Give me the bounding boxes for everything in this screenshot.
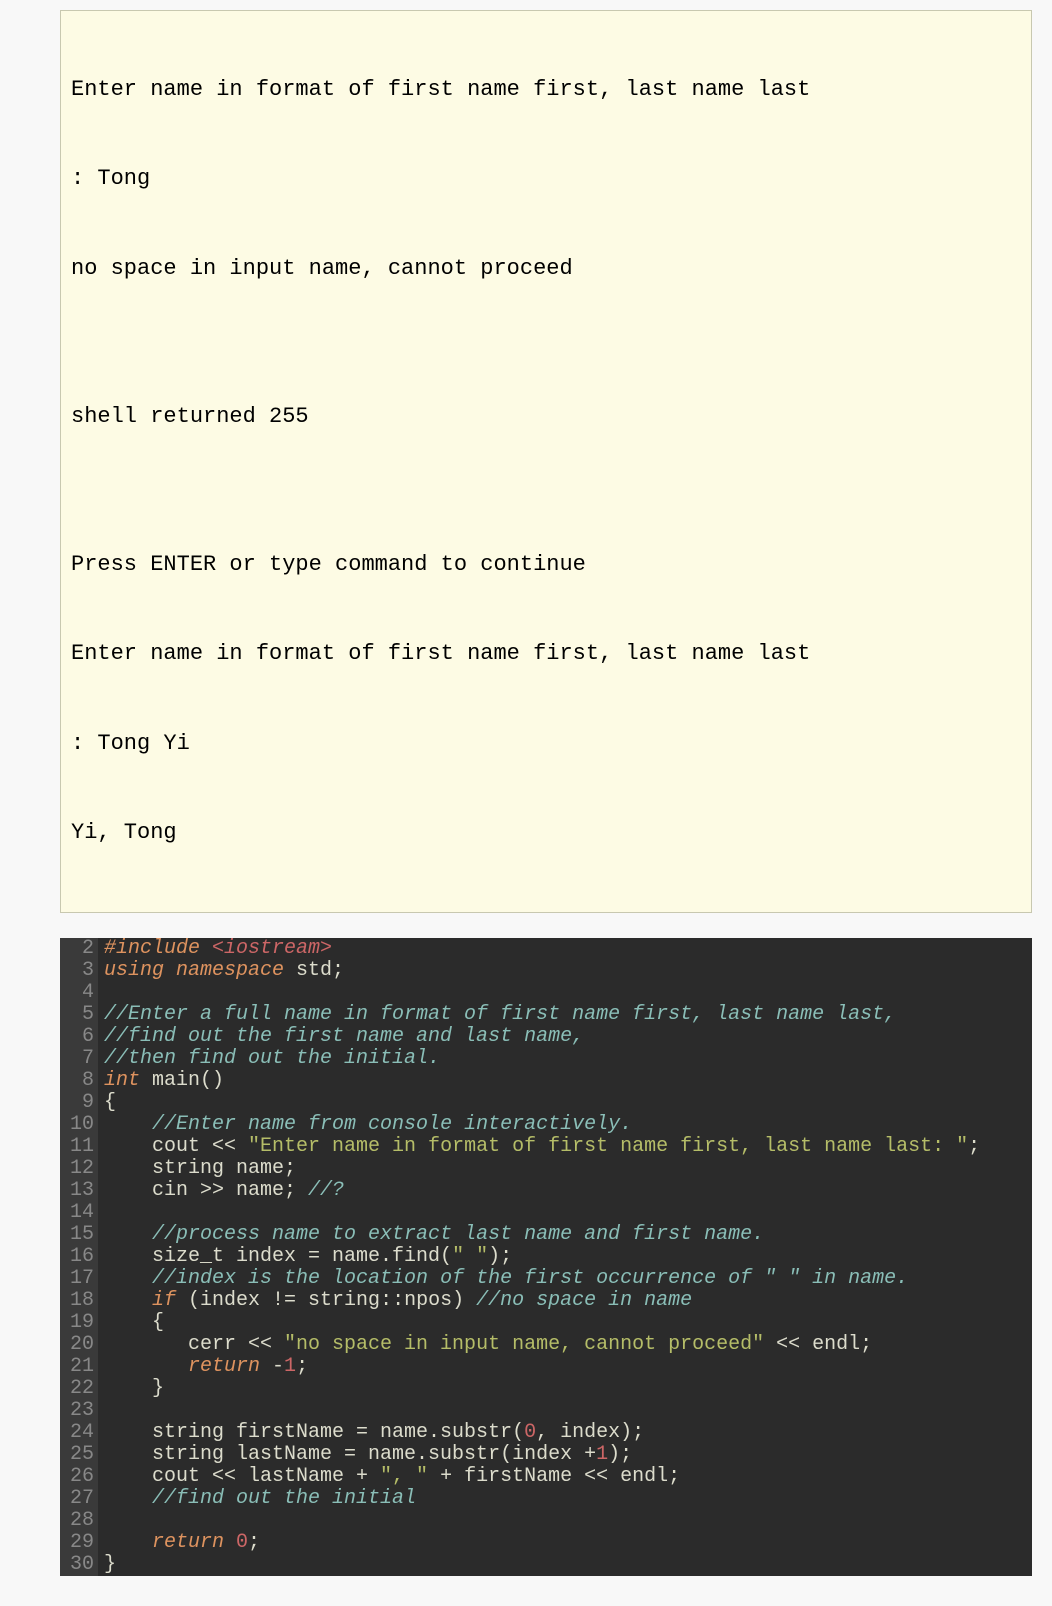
- line-number: 12: [60, 1158, 98, 1180]
- terminal-line: : Tong: [71, 164, 1021, 194]
- line-number: 16: [60, 1246, 98, 1268]
- code-content: {: [98, 1092, 116, 1114]
- line-number: 30: [60, 1554, 98, 1576]
- code-line: 3using namespace std;: [60, 960, 1032, 982]
- line-number: 15: [60, 1224, 98, 1246]
- code-line: 13 cin >> name; //?: [60, 1180, 1032, 1202]
- line-number: 17: [60, 1268, 98, 1290]
- line-number: 3: [60, 960, 98, 982]
- code-line: 27 //find out the initial: [60, 1488, 1032, 1510]
- code-content: string lastName = name.substr(index +1);: [98, 1444, 632, 1466]
- code-content: int main(): [98, 1070, 224, 1092]
- line-number: 7: [60, 1048, 98, 1070]
- code-content: cin >> name; //?: [98, 1180, 344, 1202]
- code-line: 7//then find out the initial.: [60, 1048, 1032, 1070]
- page-container: Enter name in format of first name first…: [0, 0, 1052, 1606]
- line-number: 13: [60, 1180, 98, 1202]
- line-number: 9: [60, 1092, 98, 1114]
- code-content: }: [98, 1378, 164, 1400]
- terminal-line: Enter name in format of first name first…: [71, 75, 1021, 105]
- terminal-line: : Tong Yi: [71, 729, 1021, 759]
- code-content: //Enter a full name in format of first n…: [98, 1004, 896, 1026]
- line-number: 11: [60, 1136, 98, 1158]
- code-line: 15 //process name to extract last name a…: [60, 1224, 1032, 1246]
- line-number: 25: [60, 1444, 98, 1466]
- code-line: 4: [60, 982, 1032, 1004]
- code-content: }: [98, 1554, 116, 1576]
- code-line: 30}: [60, 1554, 1032, 1576]
- code-content: #include <iostream>: [98, 938, 332, 960]
- code-content: [98, 982, 116, 1004]
- line-number: 24: [60, 1422, 98, 1444]
- code-line: 24 string firstName = name.substr(0, ind…: [60, 1422, 1032, 1444]
- code-line: 23: [60, 1400, 1032, 1422]
- code-line: 21 return -1;: [60, 1356, 1032, 1378]
- code-line: 11 cout << "Enter name in format of firs…: [60, 1136, 1032, 1158]
- code-line: 9{: [60, 1092, 1032, 1114]
- code-content: //then find out the initial.: [98, 1048, 440, 1070]
- code-content: [98, 1510, 116, 1532]
- code-line: 16 size_t index = name.find(" ");: [60, 1246, 1032, 1268]
- code-content: return 0;: [98, 1532, 260, 1554]
- terminal-line: no space in input name, cannot proceed: [71, 254, 1021, 284]
- code-line: 28: [60, 1510, 1032, 1532]
- code-content: cerr << "no space in input name, cannot …: [98, 1334, 872, 1356]
- code-content: using namespace std;: [98, 960, 344, 982]
- line-number: 14: [60, 1202, 98, 1224]
- line-number: 23: [60, 1400, 98, 1422]
- code-line: 29 return 0;: [60, 1532, 1032, 1554]
- line-number: 29: [60, 1532, 98, 1554]
- line-number: 19: [60, 1312, 98, 1334]
- code-line: 5//Enter a full name in format of first …: [60, 1004, 1032, 1026]
- line-number: 5: [60, 1004, 98, 1026]
- code-line: 25 string lastName = name.substr(index +…: [60, 1444, 1032, 1466]
- code-content: //find out the initial: [98, 1488, 416, 1510]
- code-content: cout << lastName + ", " + firstName << e…: [98, 1466, 680, 1488]
- code-line: 20 cerr << "no space in input name, cann…: [60, 1334, 1032, 1356]
- code-content: //process name to extract last name and …: [98, 1224, 764, 1246]
- code-editor: 2#include <iostream>3using namespace std…: [60, 938, 1032, 1576]
- line-number: 8: [60, 1070, 98, 1092]
- code-line: 22 }: [60, 1378, 1032, 1400]
- line-number: 27: [60, 1488, 98, 1510]
- line-number: 20: [60, 1334, 98, 1356]
- code-content: //find out the first name and last name,: [98, 1026, 584, 1048]
- code-content: return -1;: [98, 1356, 308, 1378]
- line-number: 10: [60, 1114, 98, 1136]
- code-content: //index is the location of the first occ…: [98, 1268, 908, 1290]
- code-line: 18 if (index != string::npos) //no space…: [60, 1290, 1032, 1312]
- line-number: 6: [60, 1026, 98, 1048]
- line-number: 2: [60, 938, 98, 960]
- code-line: 14: [60, 1202, 1032, 1224]
- code-line: 12 string name;: [60, 1158, 1032, 1180]
- line-number: 26: [60, 1466, 98, 1488]
- code-line: 2#include <iostream>: [60, 938, 1032, 960]
- terminal-line: shell returned 255: [71, 402, 1021, 432]
- line-number: 28: [60, 1510, 98, 1532]
- terminal-line: Yi, Tong: [71, 818, 1021, 848]
- code-content: string firstName = name.substr(0, index)…: [98, 1422, 644, 1444]
- terminal-output: Enter name in format of first name first…: [60, 10, 1032, 913]
- code-content: if (index != string::npos) //no space in…: [98, 1290, 692, 1312]
- code-line: 8int main(): [60, 1070, 1032, 1092]
- code-content: [98, 1400, 116, 1422]
- terminal-line: Enter name in format of first name first…: [71, 639, 1021, 669]
- code-content: //Enter name from console interactively.: [98, 1114, 632, 1136]
- line-number: 21: [60, 1356, 98, 1378]
- code-line: 10 //Enter name from console interactive…: [60, 1114, 1032, 1136]
- code-content: {: [98, 1312, 164, 1334]
- terminal-line: Press ENTER or type command to continue: [71, 550, 1021, 580]
- code-content: [98, 1202, 116, 1224]
- line-number: 4: [60, 982, 98, 1004]
- line-number: 18: [60, 1290, 98, 1312]
- code-line: 19 {: [60, 1312, 1032, 1334]
- code-content: string name;: [98, 1158, 296, 1180]
- line-number: 22: [60, 1378, 98, 1400]
- code-content: cout << "Enter name in format of first n…: [98, 1136, 980, 1158]
- code-content: size_t index = name.find(" ");: [98, 1246, 512, 1268]
- code-line: 17 //index is the location of the first …: [60, 1268, 1032, 1290]
- code-line: 6//find out the first name and last name…: [60, 1026, 1032, 1048]
- code-line: 26 cout << lastName + ", " + firstName <…: [60, 1466, 1032, 1488]
